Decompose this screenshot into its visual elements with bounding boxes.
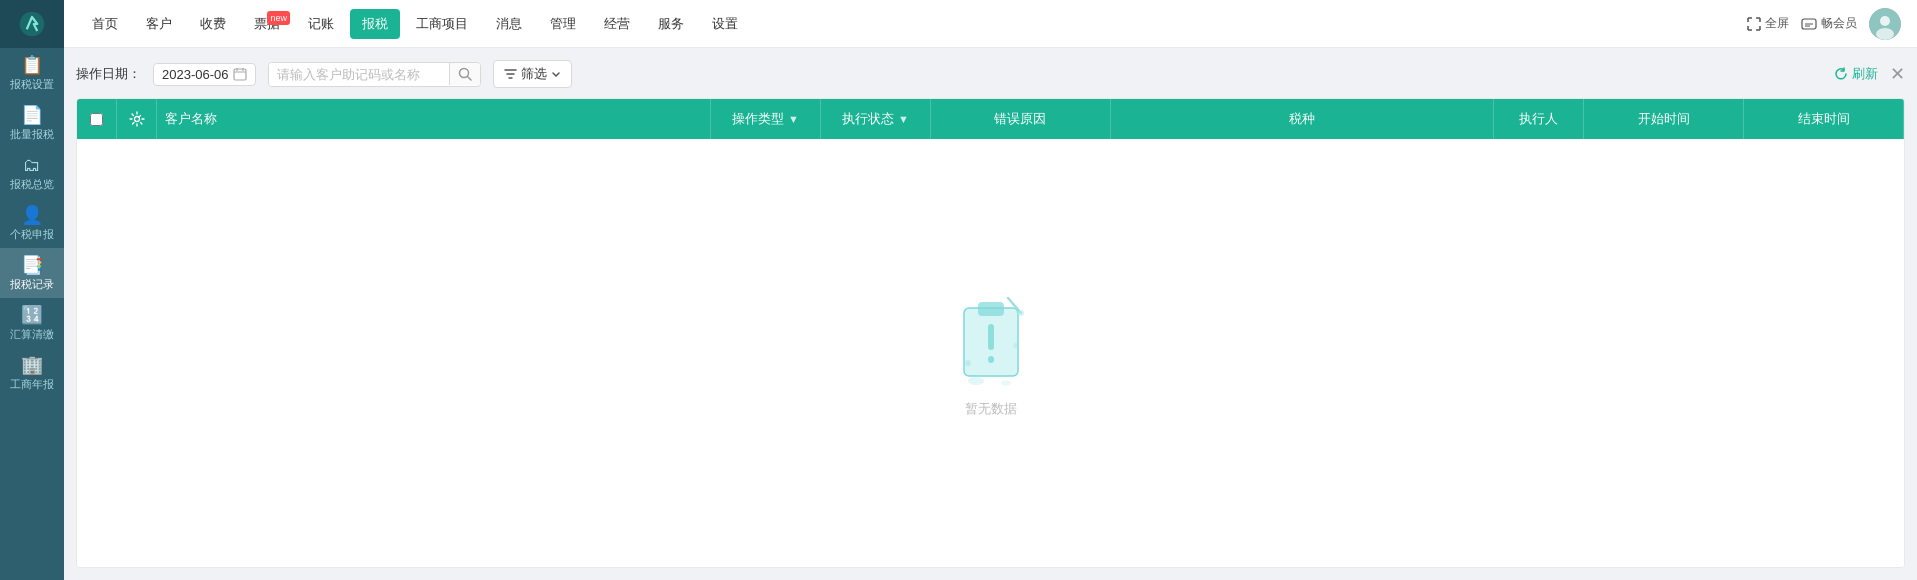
date-input[interactable]: 2023-06-06 (153, 63, 256, 86)
nav-item-settings[interactable]: 设置 (700, 9, 750, 39)
content-area: 操作日期： 2023-06-06 (64, 48, 1917, 580)
personal-tax-icon: 👤 (21, 206, 43, 224)
refresh-button[interactable]: 刷新 (1834, 65, 1878, 83)
sidebar-item-tax-settings[interactable]: 📋 报税设置 (0, 48, 64, 98)
search-input[interactable] (269, 63, 449, 86)
nav-item-operation[interactable]: 经营 (592, 9, 642, 39)
th-client-name: 客户名称 (157, 99, 711, 139)
chevron-down-icon (551, 69, 561, 79)
sidebar-item-annual-report[interactable]: 🏢 工商年报 (0, 348, 64, 398)
filter-label: 筛选 (521, 65, 547, 83)
search-icon (458, 67, 472, 81)
nav-item-message[interactable]: 消息 (484, 9, 534, 39)
svg-rect-11 (988, 324, 994, 350)
nav-item-client[interactable]: 客户 (134, 9, 184, 39)
th-tax-type: 税种 (1111, 99, 1494, 139)
search-wrap (268, 62, 481, 87)
toolbar: 操作日期： 2023-06-06 (76, 60, 1905, 88)
th-end-time: 结束时间 (1744, 99, 1904, 139)
topnav: 首页客户收费票据new记账报税工商项目消息管理经营服务设置 全屏 畅会员 (64, 0, 1917, 48)
filter-button[interactable]: 筛选 (493, 60, 572, 88)
svg-point-14 (1018, 310, 1024, 316)
annual-report-label: 工商年报 (10, 377, 54, 392)
op-type-filter-icon: ▼ (788, 113, 799, 125)
th-executor: 执行人 (1494, 99, 1584, 139)
member-button[interactable]: 畅会员 (1801, 15, 1857, 32)
app-logo[interactable] (0, 0, 64, 48)
svg-rect-5 (234, 69, 246, 80)
fullscreen-label: 全屏 (1765, 15, 1789, 32)
nav-item-home[interactable]: 首页 (80, 9, 130, 39)
sidebar-item-tax-overview[interactable]: 🗂 报税总览 (0, 148, 64, 198)
svg-point-0 (20, 12, 45, 37)
svg-point-16 (1001, 381, 1011, 386)
annual-report-icon: 🏢 (21, 356, 43, 374)
table-header: 客户名称 操作类型 ▼ 执行状态 ▼ 错误原因 税种 执行人 (77, 99, 1904, 139)
tax-records-icon: 📑 (21, 256, 43, 274)
personal-tax-label: 个税申报 (10, 227, 54, 242)
batch-tax-label: 批量报税 (10, 127, 54, 142)
svg-point-3 (1880, 16, 1890, 26)
nav-item-invoice[interactable]: 票据new (242, 9, 292, 39)
th-exec-status[interactable]: 执行状态 ▼ (821, 99, 931, 139)
reconcile-label: 汇算清缴 (10, 327, 54, 342)
svg-point-4 (1876, 28, 1894, 40)
fullscreen-icon (1747, 17, 1761, 31)
tax-settings-icon: 📋 (21, 56, 43, 74)
nav-item-billing[interactable]: 收费 (188, 9, 238, 39)
sidebar: 📋 报税设置 📄 批量报税 🗂 报税总览 👤 个税申报 📑 报税记录 🔢 汇算清… (0, 0, 64, 580)
date-label: 操作日期： (76, 65, 141, 83)
batch-tax-icon: 📄 (21, 106, 43, 124)
sidebar-item-personal-tax[interactable]: 👤 个税申报 (0, 198, 64, 248)
svg-rect-10 (978, 302, 1004, 316)
topnav-right: 全屏 畅会员 (1747, 8, 1901, 40)
sidebar-item-tax-records[interactable]: 📑 报税记录 (0, 248, 64, 298)
nav-items: 首页客户收费票据new记账报税工商项目消息管理经营服务设置 (80, 9, 1747, 39)
select-all-checkbox[interactable] (90, 113, 103, 126)
fullscreen-button[interactable]: 全屏 (1747, 15, 1789, 32)
nav-badge-invoice: new (267, 11, 290, 25)
th-checkbox[interactable] (77, 99, 117, 139)
search-button[interactable] (449, 63, 480, 85)
nav-item-account[interactable]: 记账 (296, 9, 346, 39)
th-start-time: 开始时间 (1584, 99, 1744, 139)
main-area: 首页客户收费票据new记账报税工商项目消息管理经营服务设置 全屏 畅会员 (64, 0, 1917, 580)
table-wrap: 客户名称 操作类型 ▼ 执行状态 ▼ 错误原因 税种 执行人 (76, 98, 1905, 568)
empty-state: 暂无数据 (77, 139, 1904, 567)
member-icon (1801, 16, 1817, 32)
nav-item-tax[interactable]: 报税 (350, 9, 400, 39)
nav-item-business[interactable]: 工商项目 (404, 9, 480, 39)
tax-overview-icon: 🗂 (23, 156, 41, 174)
empty-illustration (946, 288, 1036, 388)
nav-item-service[interactable]: 服务 (646, 9, 696, 39)
sidebar-item-reconcile[interactable]: 🔢 汇算清缴 (0, 298, 64, 348)
nav-item-management[interactable]: 管理 (538, 9, 588, 39)
exec-status-filter-icon: ▼ (898, 113, 909, 125)
sidebar-item-batch-tax[interactable]: 📄 批量报税 (0, 98, 64, 148)
tax-records-label: 报税记录 (10, 277, 54, 292)
th-settings[interactable] (117, 99, 157, 139)
empty-text: 暂无数据 (965, 400, 1017, 418)
refresh-label: 刷新 (1852, 65, 1878, 83)
tax-settings-label: 报税设置 (10, 77, 54, 92)
toolbar-right: 刷新 ✕ (1834, 65, 1905, 83)
calendar-icon (233, 67, 247, 81)
filter-icon (504, 68, 517, 80)
th-error-reason: 错误原因 (931, 99, 1111, 139)
close-button[interactable]: ✕ (1890, 65, 1905, 83)
svg-rect-12 (988, 356, 994, 363)
settings-icon (129, 111, 145, 127)
th-op-type[interactable]: 操作类型 ▼ (711, 99, 821, 139)
reconcile-icon: 🔢 (21, 306, 43, 324)
svg-point-15 (968, 377, 984, 385)
date-value: 2023-06-06 (162, 67, 229, 82)
tax-overview-label: 报税总览 (10, 177, 54, 192)
member-label: 畅会员 (1821, 15, 1857, 32)
refresh-icon (1834, 67, 1848, 81)
avatar[interactable] (1869, 8, 1901, 40)
